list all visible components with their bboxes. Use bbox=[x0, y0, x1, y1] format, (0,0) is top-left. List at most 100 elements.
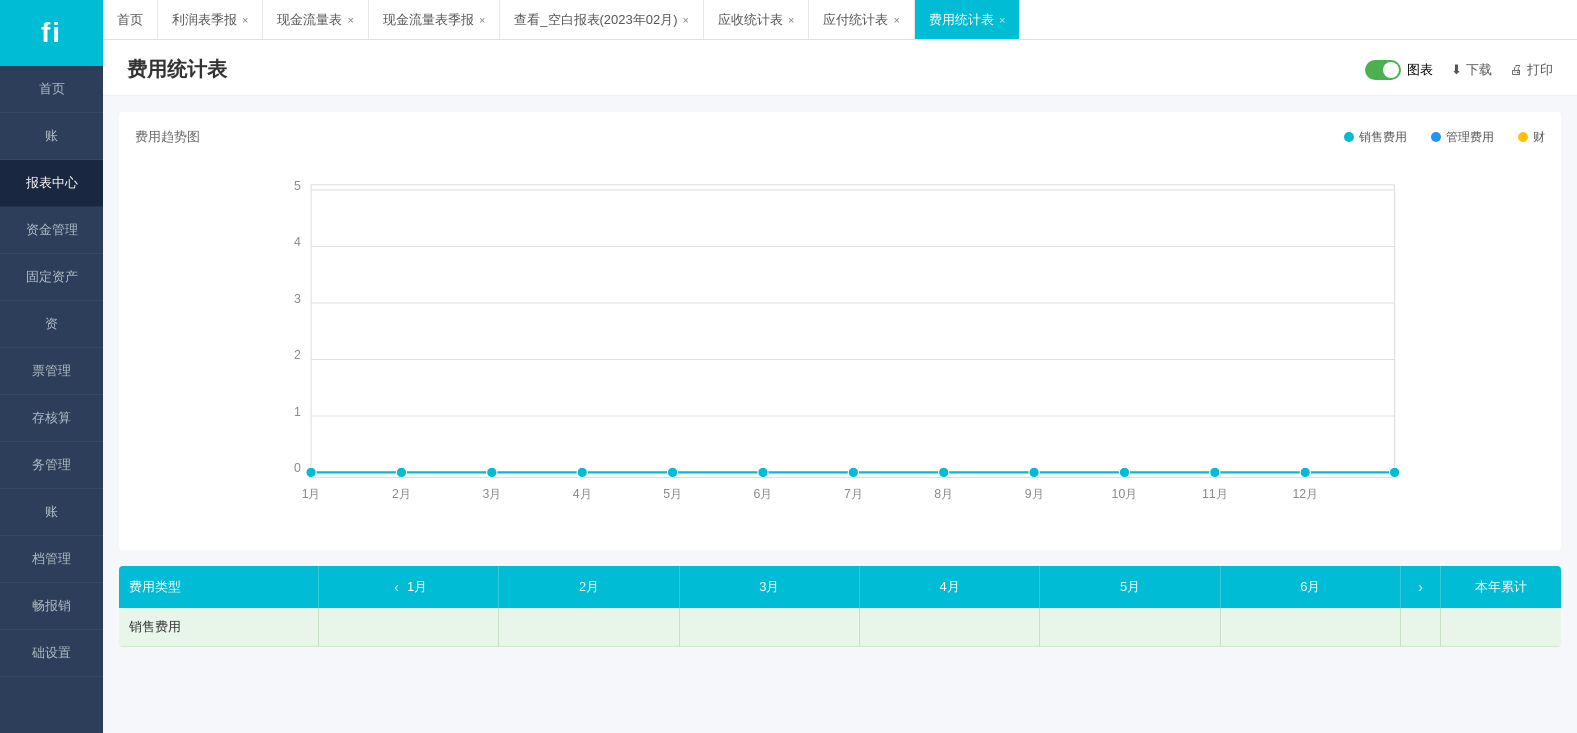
svg-text:9月: 9月 bbox=[1025, 487, 1044, 501]
tab-close-receivable[interactable]: × bbox=[788, 14, 794, 26]
chart-title: 费用趋势图 bbox=[135, 128, 200, 146]
svg-point-19 bbox=[848, 467, 858, 477]
th-prev[interactable]: ‹ 1月 bbox=[319, 566, 499, 608]
legend-finance: 财 bbox=[1518, 129, 1545, 146]
table-row: 销售费用 bbox=[119, 608, 1561, 647]
td-m1 bbox=[319, 608, 499, 646]
td-m6 bbox=[1221, 608, 1401, 646]
svg-point-25 bbox=[1389, 467, 1399, 477]
svg-text:0: 0 bbox=[294, 461, 301, 475]
sidebar-item-inventory[interactable]: 存核算 bbox=[0, 395, 103, 442]
tab-profit-quarterly[interactable]: 利润表季报 × bbox=[158, 0, 263, 39]
sidebar-item-settings[interactable]: 础设置 bbox=[0, 630, 103, 677]
svg-text:3月: 3月 bbox=[482, 487, 501, 501]
svg-text:3: 3 bbox=[294, 292, 301, 306]
chart-toggle[interactable] bbox=[1365, 60, 1401, 80]
svg-text:4: 4 bbox=[294, 235, 301, 249]
svg-text:4月: 4月 bbox=[573, 487, 592, 501]
tab-close-blank-report[interactable]: × bbox=[683, 14, 689, 26]
th-month-1: 1月 bbox=[407, 578, 427, 596]
main-area: 首页 利润表季报 × 现金流量表 × 现金流量表季报 × 查看_空白报表(202… bbox=[103, 0, 1577, 733]
table-header: 费用类型 ‹ 1月 2月 3月 4月 5月 6月 › 本年累计 bbox=[119, 566, 1561, 608]
svg-text:5月: 5月 bbox=[663, 487, 682, 501]
td-arrow bbox=[1401, 608, 1441, 646]
content-area: 费用统计表 图表 ⬇ 下载 🖨 打印 费用趋势图 bbox=[103, 40, 1577, 733]
legend-label-admin: 管理费用 bbox=[1446, 129, 1494, 146]
page-header: 费用统计表 图表 ⬇ 下载 🖨 打印 bbox=[103, 40, 1577, 96]
legend-sales: 销售费用 bbox=[1344, 129, 1407, 146]
sidebar-item-ledger[interactable]: 账 bbox=[0, 489, 103, 536]
svg-text:5: 5 bbox=[294, 179, 301, 193]
td-m3 bbox=[680, 608, 860, 646]
svg-point-23 bbox=[1210, 467, 1220, 477]
tab-close-payable[interactable]: × bbox=[893, 14, 899, 26]
svg-text:10月: 10月 bbox=[1112, 487, 1138, 501]
legend-dot-finance bbox=[1518, 132, 1528, 142]
sidebar-item-capital[interactable]: 资金管理 bbox=[0, 207, 103, 254]
tab-expense-stats[interactable]: 费用统计表 × bbox=[915, 0, 1020, 39]
download-button[interactable]: ⬇ 下载 bbox=[1451, 61, 1492, 79]
next-arrow-icon[interactable]: › bbox=[1414, 579, 1427, 595]
tab-close-profit-quarterly[interactable]: × bbox=[242, 14, 248, 26]
sidebar-item-resource[interactable]: 资 bbox=[0, 301, 103, 348]
th-month-3: 3月 bbox=[680, 566, 860, 608]
legend-dot-admin bbox=[1431, 132, 1441, 142]
legend-admin: 管理费用 bbox=[1431, 129, 1494, 146]
svg-text:12月: 12月 bbox=[1292, 487, 1318, 501]
table-section: 费用类型 ‹ 1月 2月 3月 4月 5月 6月 › 本年累计 销售费用 bbox=[119, 566, 1561, 647]
legend-label-finance: 财 bbox=[1533, 129, 1545, 146]
svg-text:1: 1 bbox=[294, 405, 301, 419]
svg-point-14 bbox=[396, 467, 406, 477]
sidebar-logo: fi bbox=[0, 0, 103, 66]
sidebar-item-home[interactable]: 首页 bbox=[0, 66, 103, 113]
tab-receivable[interactable]: 应收统计表 × bbox=[704, 0, 809, 39]
sidebar-item-reports[interactable]: 报表中心 bbox=[0, 160, 103, 207]
svg-rect-12 bbox=[311, 185, 1395, 478]
sidebar-item-account[interactable]: 账 bbox=[0, 113, 103, 160]
tab-cashflow-quarterly[interactable]: 现金流量表季报 × bbox=[369, 0, 500, 39]
sidebar-item-service[interactable]: 务管理 bbox=[0, 442, 103, 489]
tab-cashflow[interactable]: 现金流量表 × bbox=[263, 0, 368, 39]
tab-payable[interactable]: 应付统计表 × bbox=[809, 0, 914, 39]
th-month-4: 4月 bbox=[860, 566, 1040, 608]
svg-text:2月: 2月 bbox=[392, 487, 411, 501]
svg-point-22 bbox=[1119, 467, 1129, 477]
sidebar-item-assets[interactable]: 固定资产 bbox=[0, 254, 103, 301]
legend-dot-sales bbox=[1344, 132, 1354, 142]
download-icon: ⬇ bbox=[1451, 62, 1462, 77]
svg-text:2: 2 bbox=[294, 348, 301, 362]
print-icon: 🖨 bbox=[1510, 62, 1523, 77]
sidebar-item-invoice[interactable]: 票管理 bbox=[0, 348, 103, 395]
svg-point-20 bbox=[939, 467, 949, 477]
header-actions: 图表 ⬇ 下载 🖨 打印 bbox=[1365, 60, 1553, 80]
th-month-2: 2月 bbox=[499, 566, 679, 608]
svg-text:6月: 6月 bbox=[754, 487, 773, 501]
svg-text:7月: 7月 bbox=[844, 487, 863, 501]
prev-arrow-icon[interactable]: ‹ bbox=[390, 579, 403, 595]
tab-close-expense-stats[interactable]: × bbox=[999, 14, 1005, 26]
chart-svg: 0 1 2 3 4 5 bbox=[135, 154, 1545, 534]
th-ytd: 本年累计 bbox=[1441, 566, 1561, 608]
svg-point-17 bbox=[667, 467, 677, 477]
tab-close-cashflow-quarterly[interactable]: × bbox=[479, 14, 485, 26]
sidebar-item-archive[interactable]: 档管理 bbox=[0, 536, 103, 583]
sidebar-item-expense[interactable]: 畅报销 bbox=[0, 583, 103, 630]
print-button[interactable]: 🖨 打印 bbox=[1510, 61, 1553, 79]
svg-point-21 bbox=[1029, 467, 1039, 477]
tab-close-cashflow[interactable]: × bbox=[347, 14, 353, 26]
td-type-sales: 销售费用 bbox=[119, 608, 319, 646]
tab-home[interactable]: 首页 bbox=[103, 0, 158, 39]
chart-container: 0 1 2 3 4 5 bbox=[135, 154, 1545, 534]
td-m4 bbox=[860, 608, 1040, 646]
th-type: 费用类型 bbox=[119, 566, 319, 608]
chart-toggle-label: 图表 bbox=[1407, 61, 1433, 79]
svg-point-18 bbox=[758, 467, 768, 477]
svg-point-15 bbox=[487, 467, 497, 477]
svg-point-24 bbox=[1300, 467, 1310, 477]
tab-blank-report[interactable]: 查看_空白报表(2023年02月) × bbox=[500, 0, 704, 39]
svg-text:1月: 1月 bbox=[302, 487, 321, 501]
chart-section: 费用趋势图 销售费用 管理费用 财 bbox=[119, 112, 1561, 550]
svg-point-16 bbox=[577, 467, 587, 477]
th-month-5: 5月 bbox=[1040, 566, 1220, 608]
th-next[interactable]: › bbox=[1401, 566, 1441, 608]
